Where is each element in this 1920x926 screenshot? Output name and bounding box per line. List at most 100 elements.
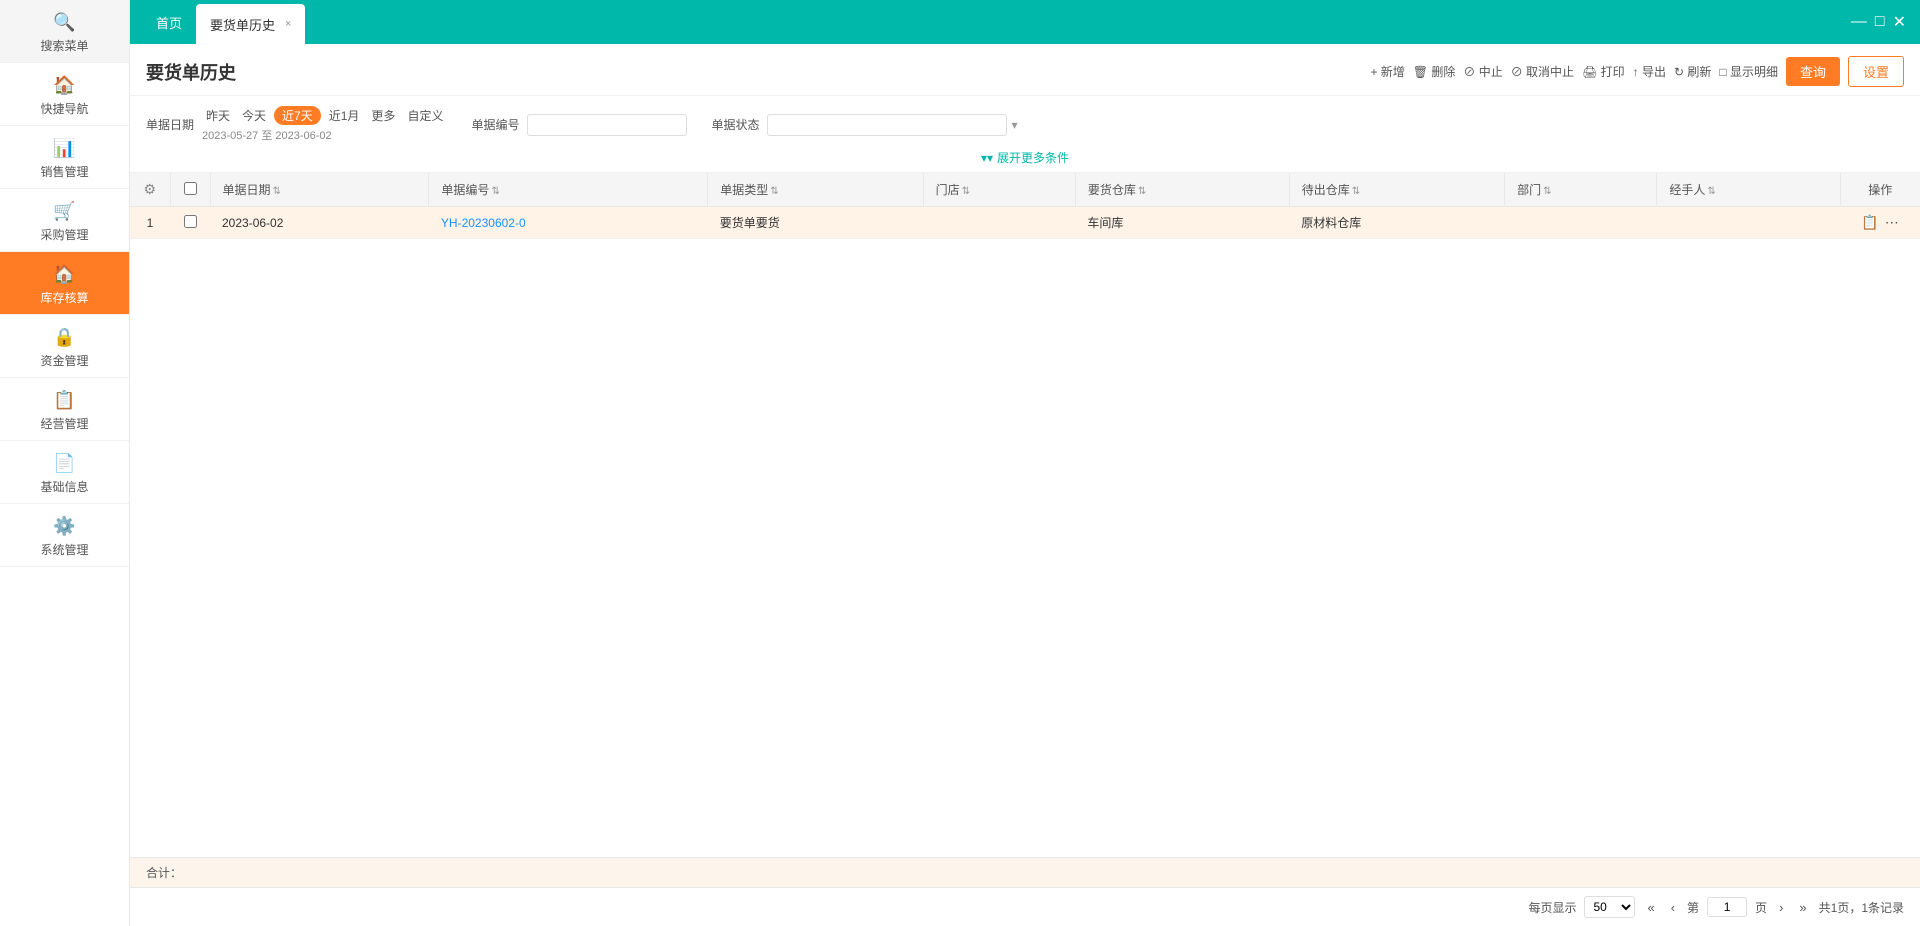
next-page-btn[interactable]: ›: [1775, 898, 1787, 917]
settings-icon[interactable]: ⚙: [143, 181, 156, 197]
display-detail-btn[interactable]: □ 显示明细: [1719, 63, 1778, 80]
th-checkbox: [170, 173, 210, 207]
window-controls: — □ ✕: [1849, 10, 1908, 34]
expand-more-btn[interactable]: ▾▾ 展开更多条件: [146, 149, 1904, 166]
row-req-warehouse-0: 车间库: [1075, 207, 1289, 239]
sidebar-icon-finance: 🔒: [53, 327, 75, 348]
row-edit-icon-0[interactable]: 📋: [1861, 214, 1878, 231]
last-page-btn[interactable]: »: [1795, 898, 1810, 917]
date-options: 昨天今天近7天近1月更多自定义 2023-05-27 至 2023-06-02: [202, 106, 447, 143]
date-range: 2023-05-27 至 2023-06-02: [202, 127, 447, 143]
sort-doc-date-icon[interactable]: ⇅: [273, 186, 281, 197]
sort-pending-warehouse-icon[interactable]: ⇅: [1352, 186, 1360, 197]
date-btn-近7天[interactable]: 近7天: [274, 106, 321, 125]
main-area: 首页要货单历史× — □ ✕ 要货单历史 + 新增 🗑 删除 ⊘ 中止 ⊘ 取消…: [130, 0, 1920, 926]
stop-btn[interactable]: ⊘ 中止: [1463, 63, 1502, 80]
sidebar-icon-inventory: 🏠: [53, 264, 75, 285]
sidebar-label-operations: 经营管理: [40, 415, 88, 432]
sidebar-icon-purchase-mgmt: 🛒: [53, 201, 75, 222]
sort-doc-type-icon[interactable]: ⇅: [770, 186, 778, 197]
sidebar-label-basic-info: 基础信息: [40, 478, 88, 495]
maximize-icon[interactable]: □: [1873, 11, 1887, 33]
date-filter-group: 单据日期 昨天今天近7天近1月更多自定义 2023-05-27 至 2023-0…: [146, 106, 447, 143]
row-checkbox-0[interactable]: [170, 207, 210, 239]
sort-handler-icon[interactable]: ⇅: [1707, 186, 1715, 197]
th-settings[interactable]: ⚙: [130, 173, 170, 207]
sidebar-label-purchase-mgmt: 采购管理: [40, 226, 88, 243]
row-handler-0: [1657, 207, 1840, 239]
total-info: 共1页，1条记录: [1819, 899, 1904, 916]
sidebar-item-sys-mgmt[interactable]: ⚙️ 系统管理: [0, 504, 129, 567]
sidebar-item-finance[interactable]: 🔒 资金管理: [0, 315, 129, 378]
th-req-warehouse: 要货仓库⇅: [1075, 173, 1289, 207]
sidebar-label-sys-mgmt: 系统管理: [40, 541, 88, 558]
row-more-icon-0[interactable]: ⋯: [1885, 214, 1899, 231]
cancel-stop-btn[interactable]: ⊘ 取消中止: [1511, 63, 1574, 80]
row-pending-warehouse-0: 原材料仓库: [1289, 207, 1504, 239]
settings-button[interactable]: 设置: [1848, 56, 1904, 87]
table-header-row: ⚙ 单据日期⇅ 单据编号⇅ 单据类型⇅ 门店⇅ 要货仓库⇅ 待出仓库⇅ 部门⇅ …: [130, 173, 1920, 207]
expand-label: 展开更多条件: [997, 149, 1069, 166]
sort-dept-icon[interactable]: ⇅: [1543, 186, 1551, 197]
th-action: 操作: [1840, 173, 1920, 207]
page-header: 要货单历史 + 新增 🗑 删除 ⊘ 中止 ⊘ 取消中止 🖨 打印 ↑ 导出 ↻ …: [130, 44, 1920, 96]
docno-input[interactable]: [527, 114, 687, 136]
th-doc-no: 单据编号⇅: [429, 173, 708, 207]
close-icon[interactable]: ✕: [1891, 10, 1908, 34]
sidebar-item-search-menu[interactable]: 🔍搜索菜单: [0, 0, 129, 63]
date-btn-今天[interactable]: 今天: [238, 106, 270, 125]
select-all-checkbox[interactable]: [184, 182, 197, 195]
sort-doc-no-icon[interactable]: ⇅: [491, 186, 499, 197]
date-buttons: 昨天今天近7天近1月更多自定义: [202, 106, 447, 125]
page-suffix: 页: [1755, 899, 1767, 916]
sidebar-item-sales-mgmt[interactable]: 📊销售管理: [0, 126, 129, 189]
first-page-btn[interactable]: «: [1643, 898, 1658, 917]
filter-area: 单据日期 昨天今天近7天近1月更多自定义 2023-05-27 至 2023-0…: [130, 96, 1920, 173]
status-label: 单据状态: [711, 116, 759, 133]
doc-link-0[interactable]: YH-20230602-0: [441, 216, 526, 230]
row-store-0: [923, 207, 1075, 239]
date-btn-自定义[interactable]: 自定义: [403, 106, 447, 125]
query-button[interactable]: 查询: [1786, 57, 1840, 86]
row-num-0: 1: [130, 207, 170, 239]
status-filter-group: 单据状态 ▾: [711, 114, 1017, 136]
th-handler: 经手人⇅: [1657, 173, 1840, 207]
tab-home[interactable]: 首页: [142, 0, 196, 44]
sidebar-label-inventory: 库存核算: [40, 289, 88, 306]
docno-filter-group: 单据编号: [471, 114, 687, 136]
status-select[interactable]: [767, 114, 1007, 136]
th-doc-date: 单据日期⇅: [210, 173, 429, 207]
refresh-btn[interactable]: ↻ 刷新: [1674, 63, 1711, 80]
sidebar-item-quick-nav[interactable]: 🏠快捷导航: [0, 63, 129, 126]
export-btn[interactable]: ↑ 导出: [1633, 63, 1666, 80]
sidebar-label-finance: 资金管理: [40, 352, 88, 369]
row-actions-0: 📋 ⋯: [1840, 207, 1920, 239]
date-btn-更多[interactable]: 更多: [367, 106, 399, 125]
page-input[interactable]: [1707, 897, 1747, 917]
toolbar: + 新增 🗑 删除 ⊘ 中止 ⊘ 取消中止 🖨 打印 ↑ 导出 ↻ 刷新 □ 显…: [1370, 56, 1904, 87]
row-doc-no-0[interactable]: YH-20230602-0: [429, 207, 708, 239]
new-btn[interactable]: + 新增: [1370, 63, 1404, 80]
per-page-select[interactable]: 10 20 50 100: [1584, 896, 1635, 918]
status-dropdown-icon[interactable]: ▾: [1011, 118, 1017, 132]
sidebar-label-quick-nav: 快捷导航: [40, 100, 88, 117]
date-btn-近1月[interactable]: 近1月: [325, 106, 364, 125]
pagination: 每页显示 10 20 50 100 « ‹ 第 页 › » 共1页，1条记录: [130, 887, 1920, 926]
tab-requisition-history[interactable]: 要货单历史×: [196, 4, 305, 44]
sidebar-icon-sales-mgmt: 📊: [53, 138, 75, 159]
sidebar-item-inventory[interactable]: 🏠 库存核算: [0, 252, 129, 315]
minimize-icon[interactable]: —: [1849, 11, 1869, 33]
page-title: 要货单历史: [146, 59, 1370, 85]
sidebar-item-basic-info[interactable]: 📄基础信息: [0, 441, 129, 504]
sidebar-item-operations[interactable]: 📋经营管理: [0, 378, 129, 441]
delete-btn[interactable]: 🗑 删除: [1413, 63, 1456, 80]
sidebar-item-purchase-mgmt[interactable]: 🛒 采购管理: [0, 189, 129, 252]
docno-label: 单据编号: [471, 116, 519, 133]
sort-store-icon[interactable]: ⇅: [962, 186, 970, 197]
date-btn-昨天[interactable]: 昨天: [202, 106, 234, 125]
prev-page-btn[interactable]: ‹: [1667, 898, 1679, 917]
sort-req-warehouse-icon[interactable]: ⇅: [1138, 186, 1146, 197]
sidebar-icon-sys-mgmt: ⚙️: [53, 516, 75, 537]
print-btn[interactable]: 🖨 打印: [1582, 63, 1625, 80]
tab-close-requisition-history[interactable]: ×: [285, 18, 291, 30]
